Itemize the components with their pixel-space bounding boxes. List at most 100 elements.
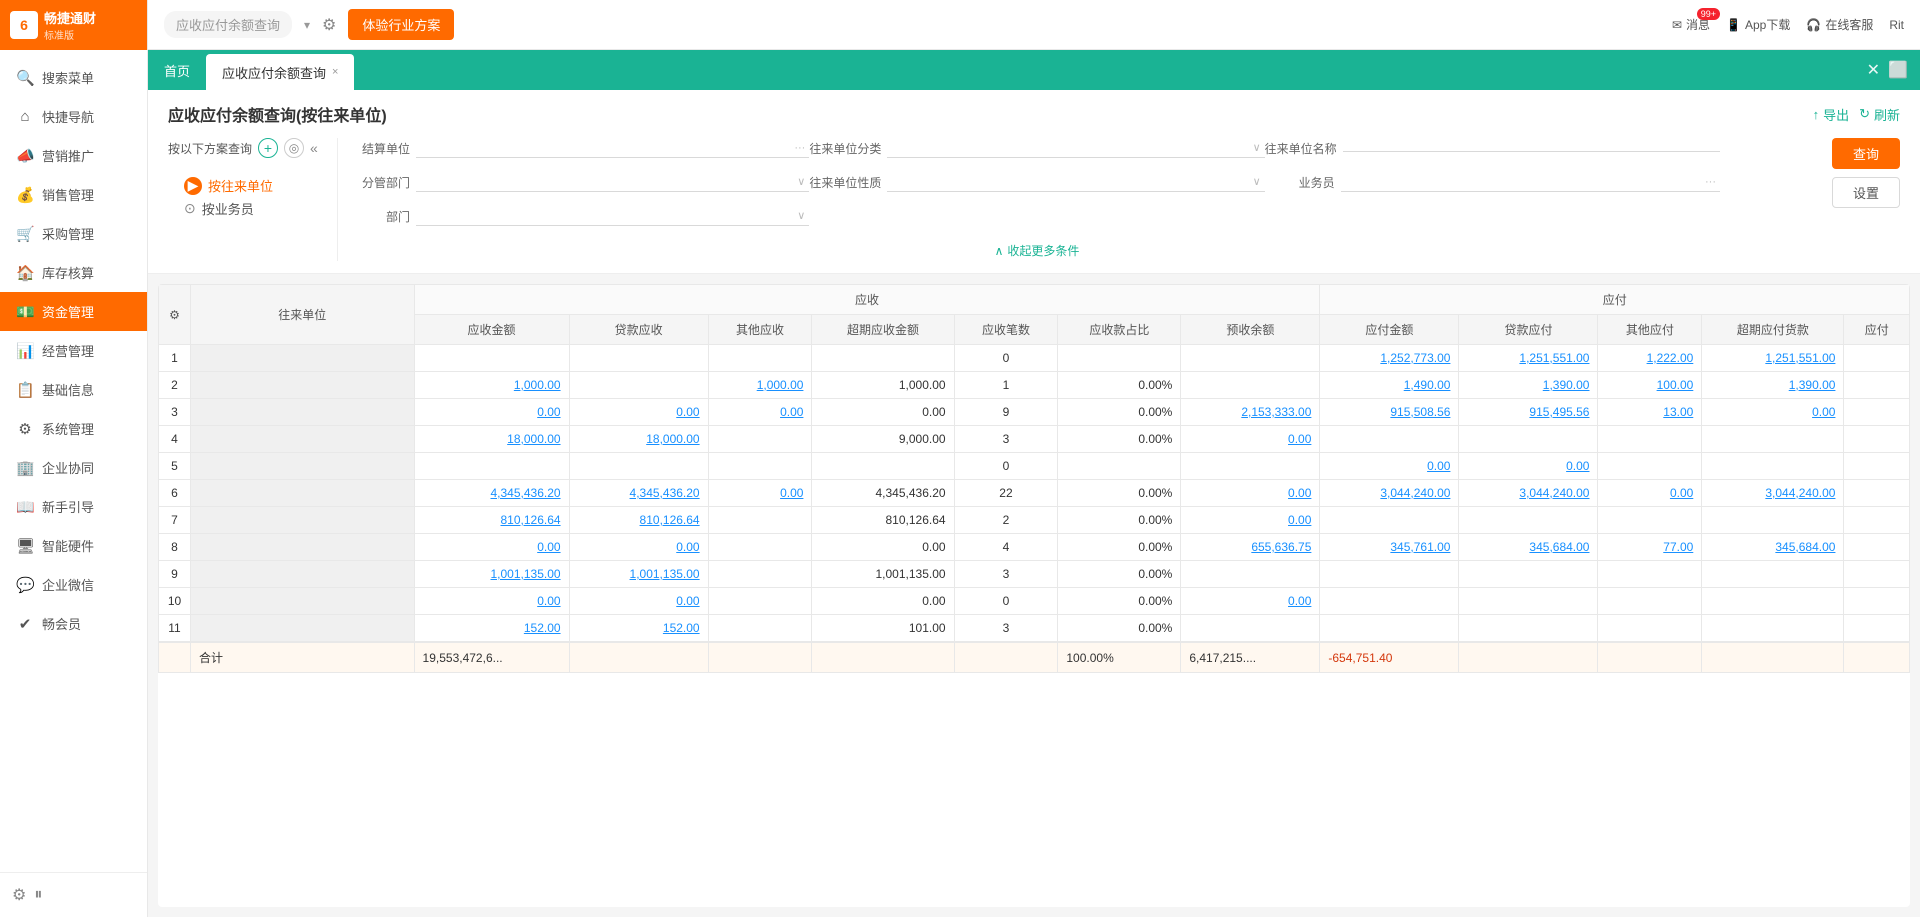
collapse-more-button[interactable]: ∧ 收起更多条件 [354,236,1720,261]
table-row: 418,000.0018,000.009,000.0030.00%0.00 [159,426,1910,453]
partner-name-cell [191,372,415,399]
sidebar-item-inventory[interactable]: 🏠 库存核算 [0,253,147,292]
sidebar-label-sales: 销售管理 [42,185,94,204]
sidebar-item-purchase[interactable]: 🛒 采购管理 [0,214,147,253]
tab-close-button[interactable]: ✕ [1867,60,1880,80]
table-partner-col-header: 往来单位 [191,285,415,345]
filter-cell-partner-category: 往来单位分类 ∨ [809,138,1264,158]
tab-maximize-button[interactable]: ⬜ [1888,60,1908,80]
sidebar-item-funds[interactable]: 💵 资金管理 [0,292,147,331]
sidebar-item-cooperation[interactable]: 🏢 企业协同 [0,448,147,487]
salesman-input[interactable]: ··· [1341,173,1720,192]
topbar-chevron-icon[interactable]: ▾ [304,18,310,32]
refresh-label: 刷新 [1874,105,1900,124]
table-settings-col[interactable]: ⚙ [159,285,191,345]
scheme-by-partner[interactable]: ▶ 按往来单位 [184,176,327,195]
purchase-icon: 🛒 [16,225,34,243]
filter-main: 按以下方案查询 + ◎ « ▶ 按往来单位 ⊙ [168,138,1900,261]
sidebar-item-guide[interactable]: 📖 新手引导 [0,487,147,526]
filter-setting-button[interactable]: ◎ [284,138,304,158]
user-info[interactable]: Rit [1889,18,1904,32]
scheme-by-salesman[interactable]: ⊙ 按业务员 [184,199,327,218]
partner-name-cell [191,453,415,480]
sidebar-collapse-icon[interactable]: ⏸ [34,886,42,904]
messages-button[interactable]: ✉ 消息 99+ [1672,16,1710,33]
sidebar-footer: ⚙ ⏸ [0,872,147,917]
logo-icon: 6 [10,11,38,39]
dept-input[interactable]: ∨ [416,172,809,192]
sidebar: 6 畅捷通财 标准版 🔍 搜索菜单 ⌂ 快捷导航 📣 营销推广 💰 销售管理 [0,0,148,917]
partner-name-cell [191,588,415,615]
quicknav-icon: ⌂ [16,108,34,125]
data-table-section: ⚙ 往来单位 应收 应付 应收金额 贷款应收 其他应收 超期应收金额 应收笔数 [158,284,1910,907]
scheme-partner-label: 按往来单位 [208,176,273,195]
col-p-other: 其他应付 [1598,315,1702,345]
sidebar-item-hardware[interactable]: 🖥 智能硬件 [0,526,147,565]
department-chevron-icon: ∨ [797,209,805,222]
filter-label: 按以下方案查询 [168,140,252,157]
app-download-button[interactable]: 📱 App下载 [1726,16,1790,33]
setting-button[interactable]: 设置 [1832,177,1900,208]
topbar-right: ✉ 消息 99+ 📱 App下载 🎧 在线客服 Rit [1672,16,1904,33]
partner-nature-input[interactable]: ∨ [887,172,1264,192]
collapse-up-icon: ∧ [995,244,1004,258]
tab-close-icon[interactable]: × [332,66,338,78]
online-service-button[interactable]: 🎧 在线客服 [1806,16,1873,33]
tab-home[interactable]: 首页 [148,50,206,90]
tab-home-label: 首页 [164,61,190,80]
col-r-count: 应收笔数 [954,315,1058,345]
sidebar-item-system[interactable]: ⚙ 系统管理 [0,409,147,448]
table-row: 7810,126.64810,126.64810,126.6420.00%0.0… [159,507,1910,534]
export-button[interactable]: ↑ 导出 [1813,105,1850,124]
refresh-button[interactable]: ↻ 刷新 [1859,105,1900,124]
sidebar-item-wechat[interactable]: 💬 企业微信 [0,565,147,604]
query-button[interactable]: 查询 [1832,138,1900,169]
sidebar-label-cooperation: 企业协同 [42,458,94,477]
topbar-gear-icon[interactable]: ⚙ [322,15,336,35]
table-row: 500.000.00 [159,453,1910,480]
filter-add-button[interactable]: + [258,138,278,158]
col-p-overdue: 超期应付货款 [1702,315,1844,345]
table-row: 91,001,135.001,001,135.001,001,135.0030.… [159,561,1910,588]
filter-collapse-btn[interactable]: « [310,140,318,156]
solution-button[interactable]: 体验行业方案 [348,9,454,40]
partner-name-cell [191,345,415,372]
col-r-overdue: 超期应收金额 [812,315,954,345]
sidebar-item-sales[interactable]: 💰 销售管理 [0,175,147,214]
hardware-icon: 🖥 [16,537,34,555]
department-input[interactable]: ∨ [416,206,809,226]
settlement-dots-icon: ··· [794,142,805,154]
footer-p-overdue [1702,642,1844,673]
col-r-ratio: 应收款占比 [1058,315,1181,345]
partner-category-input[interactable]: ∨ [887,138,1264,158]
sidebar-label-search: 搜索菜单 [42,68,94,87]
settlement-label: 结算单位 [354,140,410,157]
col-r-other: 其他应收 [708,315,812,345]
cooperation-icon: 🏢 [16,459,34,477]
sidebar-item-operations[interactable]: 📊 经营管理 [0,331,147,370]
settlement-input[interactable]: ··· [416,139,809,158]
online-service-label: 在线客服 [1825,16,1873,33]
filter-cell-department: 部门 ∨ [354,206,809,226]
page-title: 应收应付余额查询(按往来单位) [168,102,387,126]
search-menu-icon: 🔍 [16,69,34,87]
sidebar-label-inventory: 库存核算 [42,263,94,282]
sidebar-nav: 🔍 搜索菜单 ⌂ 快捷导航 📣 营销推广 💰 销售管理 🛒 采购管理 🏠 [0,50,147,872]
sidebar-item-basic[interactable]: 📋 基础信息 [0,370,147,409]
filter-cell-dept: 分管部门 ∨ [354,172,809,192]
sidebar-label-member: 畅会员 [42,614,81,633]
sidebar-item-marketing[interactable]: 📣 营销推广 [0,136,147,175]
footer-r-advance: 6,417,215.... [1181,642,1320,673]
partner-name-input[interactable] [1343,145,1720,152]
sidebar-item-quicknav[interactable]: ⌂ 快捷导航 [0,97,147,136]
table-settings-icon[interactable]: ⚙ [169,308,180,322]
sidebar-item-search[interactable]: 🔍 搜索菜单 [0,58,147,97]
partner-name-cell [191,615,415,643]
table-row: 100.000.000.0000.00%0.00 [159,588,1910,615]
scheme-salesman-label: 按业务员 [202,199,254,218]
tab-receivable[interactable]: 应收应付余额查询 × [206,54,354,90]
sidebar-settings-icon[interactable]: ⚙ [12,885,26,905]
scheme-clock-icon: ⊙ [184,200,196,217]
sidebar-label-operations: 经营管理 [42,341,94,360]
sidebar-item-member[interactable]: ✔ 畅会员 [0,604,147,643]
